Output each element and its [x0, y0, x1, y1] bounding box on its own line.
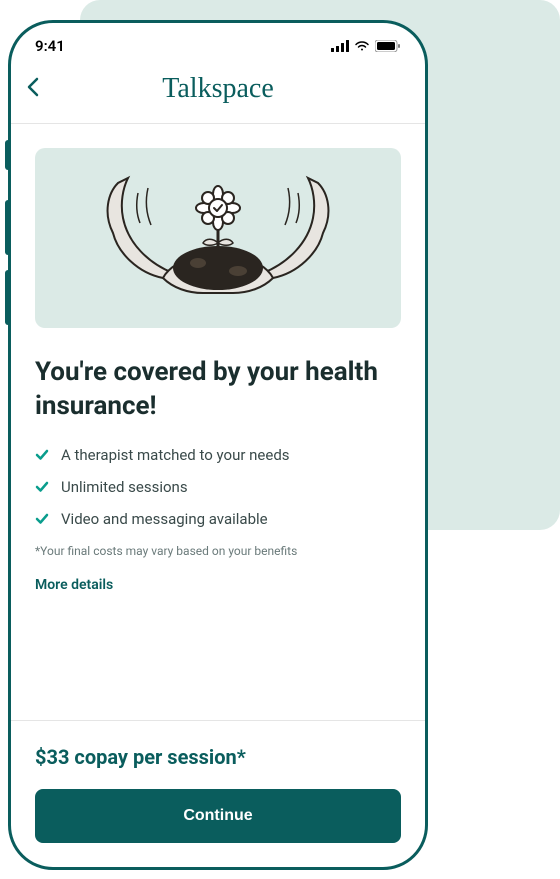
- more-details-link[interactable]: More details: [35, 577, 113, 593]
- phone-side-button: [5, 200, 11, 255]
- check-icon: [35, 448, 49, 462]
- benefit-item: Unlimited sessions: [35, 478, 401, 496]
- header: Talkspace: [11, 63, 425, 124]
- continue-button[interactable]: Continue: [35, 789, 401, 843]
- back-button[interactable]: [27, 75, 39, 103]
- copay-text: $33 copay per session*: [35, 745, 401, 769]
- status-bar: 9:41: [11, 23, 425, 63]
- phone-side-button: [5, 270, 11, 325]
- brand-logo: Talkspace: [27, 73, 409, 105]
- footer: $33 copay per session* Continue: [11, 720, 425, 867]
- benefit-item: Video and messaging available: [35, 510, 401, 528]
- wifi-icon: [354, 40, 370, 52]
- benefits-list: A therapist matched to your needs Unlimi…: [35, 446, 401, 528]
- page-headline: You're covered by your health insurance!: [35, 356, 401, 424]
- chevron-left-icon: [27, 77, 39, 97]
- status-icons: [331, 40, 401, 52]
- benefit-text: Video and messaging available: [61, 510, 268, 528]
- hero-illustration: [35, 148, 401, 328]
- main-content: You're covered by your health insurance!…: [11, 124, 425, 593]
- phone-side-button: [5, 140, 11, 170]
- battery-icon: [375, 40, 401, 52]
- hands-plant-icon: [88, 163, 348, 313]
- phone-frame: 9:41 Talkspace: [8, 20, 428, 870]
- signal-icon: [331, 40, 349, 52]
- benefit-text: Unlimited sessions: [61, 478, 188, 496]
- benefit-text: A therapist matched to your needs: [61, 446, 290, 464]
- benefit-item: A therapist matched to your needs: [35, 446, 401, 464]
- status-time: 9:41: [35, 37, 65, 55]
- disclaimer-text: *Your final costs may vary based on your…: [35, 544, 401, 558]
- check-icon: [35, 512, 49, 526]
- check-icon: [35, 480, 49, 494]
